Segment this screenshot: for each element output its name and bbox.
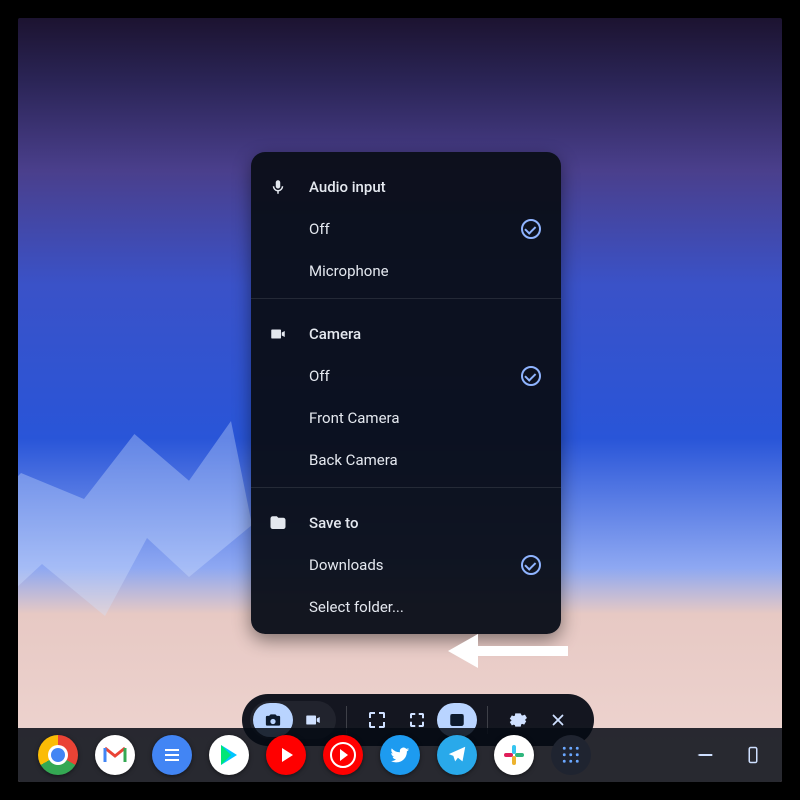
camera-option-back[interactable]: Back Camera — [251, 439, 561, 481]
save-option-select-folder[interactable]: Select folder... — [251, 586, 561, 628]
audio-input-section: Audio input Off Microphone — [251, 152, 561, 298]
fullscreen-dashed-icon — [369, 712, 385, 728]
app-chrome[interactable] — [38, 735, 78, 775]
check-icon — [521, 219, 541, 239]
camera-header: Camera — [251, 313, 561, 355]
audio-option-off[interactable]: Off — [251, 208, 561, 250]
folder-icon — [269, 514, 309, 532]
stylus-icon — [694, 742, 719, 767]
app-play-store[interactable] — [209, 735, 249, 775]
close-icon — [549, 711, 567, 729]
camera-label: Camera — [309, 325, 543, 343]
app-telegram[interactable] — [437, 735, 477, 775]
app-gmail[interactable] — [95, 735, 135, 775]
camera-section: Camera Off Front Camera Back Camera — [251, 298, 561, 487]
camera-icon — [264, 711, 282, 729]
save-to-label: Save to — [309, 514, 543, 532]
save-option-downloads[interactable]: Downloads — [251, 544, 561, 586]
check-icon — [521, 366, 541, 386]
video-camera-icon — [269, 325, 309, 343]
shelf — [18, 728, 782, 782]
phone-icon — [744, 746, 762, 764]
app-grid[interactable] — [551, 735, 591, 775]
app-docs[interactable] — [152, 735, 192, 775]
save-to-section: Save to Downloads Select folder... — [251, 487, 561, 634]
video-camera-icon — [304, 711, 322, 729]
audio-option-microphone[interactable]: Microphone — [251, 250, 561, 292]
microphone-icon — [269, 178, 309, 196]
capture-settings-panel: Audio input Off Microphone Camera Off — [251, 152, 561, 634]
check-icon — [521, 555, 541, 575]
annotation-arrow — [448, 636, 568, 666]
desktop-wallpaper: Audio input Off Microphone Camera Off — [18, 18, 782, 782]
shelf-status-area[interactable] — [698, 746, 762, 764]
app-twitter[interactable] — [380, 735, 420, 775]
partial-dashed-icon — [410, 713, 424, 727]
window-icon — [448, 711, 466, 729]
shelf-apps — [38, 735, 698, 775]
audio-input-header: Audio input — [251, 166, 561, 208]
gear-icon — [509, 711, 527, 729]
app-youtube-music[interactable] — [323, 735, 363, 775]
app-youtube[interactable] — [266, 735, 306, 775]
camera-option-front[interactable]: Front Camera — [251, 397, 561, 439]
app-slack[interactable] — [494, 735, 534, 775]
save-to-header: Save to — [251, 502, 561, 544]
audio-input-label: Audio input — [309, 178, 543, 196]
camera-option-off[interactable]: Off — [251, 355, 561, 397]
